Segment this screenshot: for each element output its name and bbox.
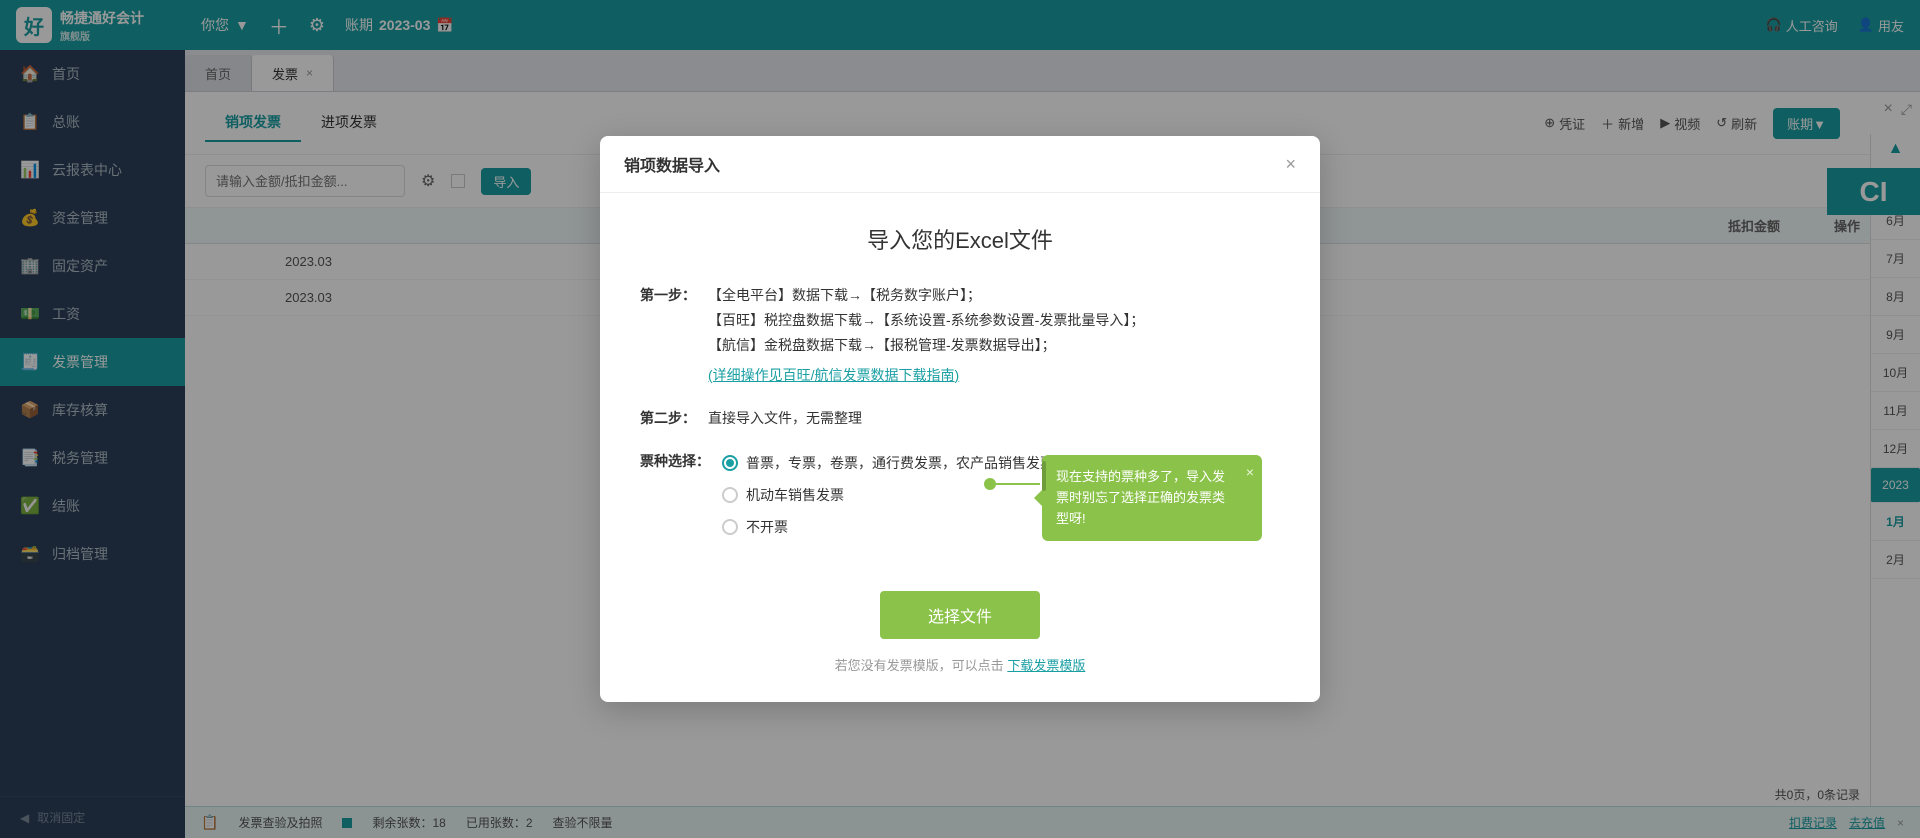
download-template-link[interactable]: 下载发票模版 xyxy=(1007,658,1085,673)
radio-circle-1 xyxy=(722,455,738,471)
tooltip-bar xyxy=(1042,461,1046,491)
radio-group: 普票，专票，卷票，通行费发票，农产品销售发票 机动车销售发票 xyxy=(722,453,1054,549)
select-file-button[interactable]: 选择文件 xyxy=(880,591,1040,639)
tooltip-bubble: 现在支持的票种多了，导入发票时别忘了选择正确的发票类型呀! × xyxy=(1042,455,1262,541)
ticket-label: 票种选择： xyxy=(640,451,710,471)
step2-label: 第二步： xyxy=(640,408,696,428)
modal-close-button[interactable]: × xyxy=(1285,154,1296,175)
download-tip: 若您没有发票模版，可以点击 下载发票模版 xyxy=(640,655,1280,674)
step1-label: 第一步： xyxy=(640,285,696,305)
modal-footer: 选择文件 若您没有发票模版，可以点击 下载发票模版 xyxy=(600,591,1320,702)
radio-option-3[interactable]: 不开票 xyxy=(722,517,1054,537)
modal-body: 导入您的Excel文件 第一步： 【全电平台】数据下载→【税务数字账户】； 【百… xyxy=(600,193,1320,591)
step1-content: 【全电平台】数据下载→【税务数字账户】； 【百旺】税控盘数据下载→【系统设置-系… xyxy=(708,283,1144,388)
step2-row: 第二步： 直接导入文件，无需整理 xyxy=(640,406,1280,431)
modal-title: 销项数据导入 xyxy=(624,152,720,176)
radio-circle-2 xyxy=(722,487,738,503)
step2-content: 直接导入文件，无需整理 xyxy=(708,406,862,431)
tooltip-line xyxy=(990,483,1040,485)
radio-circle-3 xyxy=(722,519,738,535)
modal-main-title: 导入您的Excel文件 xyxy=(640,223,1280,255)
step1-line2: 【百旺】税控盘数据下载→【系统设置-系统参数设置-发票批量导入】； xyxy=(708,308,1144,333)
tooltip-close-button[interactable]: × xyxy=(1246,461,1254,483)
tooltip-arrow xyxy=(1034,490,1042,506)
radio-option-1[interactable]: 普票，专票，卷票，通行费发票，农产品销售发票 xyxy=(722,453,1054,473)
tooltip-container: 现在支持的票种多了，导入发票时别忘了选择正确的发票类型呀! × xyxy=(1042,455,1262,541)
tooltip-dot xyxy=(984,478,996,490)
step1-row: 第一步： 【全电平台】数据下载→【税务数字账户】； 【百旺】税控盘数据下载→【系… xyxy=(640,283,1280,388)
modal-overlay: 销项数据导入 × 导入您的Excel文件 第一步： 【全电平台】数据下载→【税务… xyxy=(0,0,1920,838)
radio-dot-1 xyxy=(726,459,734,467)
step1-line3: 【航信】金税盘数据下载→【报税管理-发票数据导出】； xyxy=(708,333,1144,358)
step1-line1: 【全电平台】数据下载→【税务数字账户】； xyxy=(708,283,1144,308)
step1-guide-link[interactable]: (详细操作见百旺/航信发票数据下载指南) xyxy=(708,367,959,383)
import-modal: 销项数据导入 × 导入您的Excel文件 第一步： 【全电平台】数据下载→【税务… xyxy=(600,136,1320,702)
radio-option-2[interactable]: 机动车销售发票 现在支持的票种多了，导入发票时别忘了选择正确的发票类型呀! × xyxy=(722,485,1054,505)
ticket-selection-row: 票种选择： 普票，专票，卷票，通行费发票，农产品销售发票 机动车销售发票 xyxy=(640,449,1280,549)
modal-header: 销项数据导入 × xyxy=(600,136,1320,193)
